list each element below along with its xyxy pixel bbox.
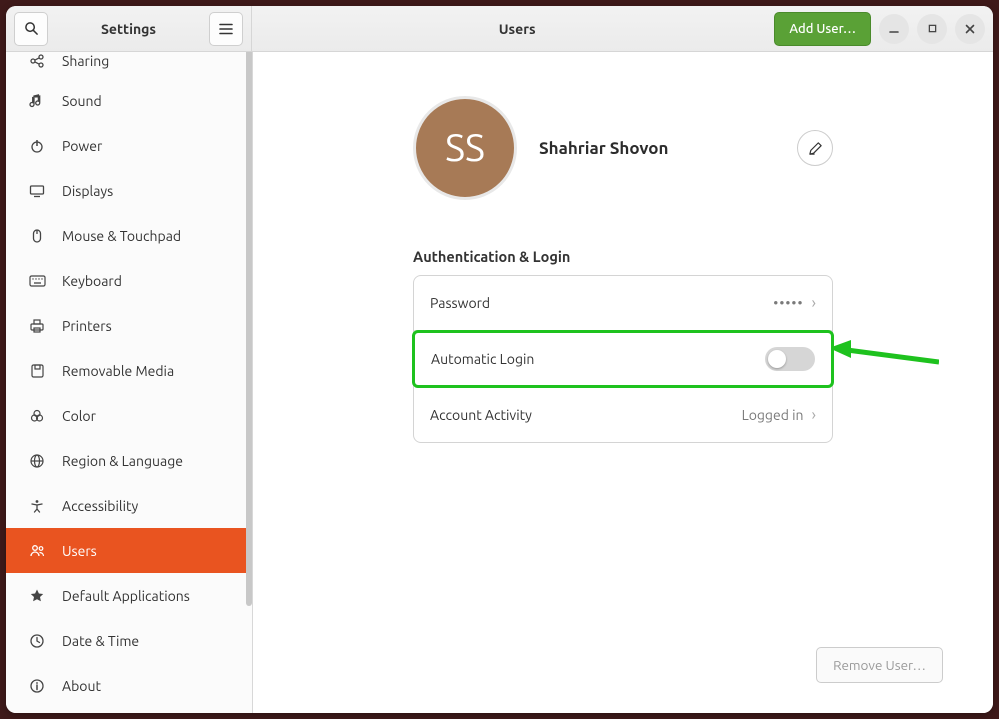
keyboard-icon (28, 272, 46, 290)
sidebar-item-label: Users (62, 543, 97, 559)
clock-icon (28, 632, 46, 650)
sidebar-item-label: Region & Language (62, 453, 183, 469)
display-name: Shahriar Shovon (539, 139, 775, 158)
panel-title: Users (260, 21, 774, 37)
hamburger-menu-button[interactable] (209, 12, 243, 46)
main-content: SS Shahriar Shovon Authentication & Logi… (253, 52, 993, 713)
removable-media-icon (28, 362, 46, 380)
sidebar-item-label: About (62, 678, 101, 694)
sidebar-item-label: Sound (62, 93, 102, 109)
headerbar: Settings Users Add User… (6, 6, 993, 52)
sidebar-item-region-language[interactable]: Region & Language (6, 438, 252, 483)
sidebar-item-label: Power (62, 138, 102, 154)
users-icon (28, 542, 46, 560)
sidebar-item-keyboard[interactable]: Keyboard (6, 258, 252, 303)
close-icon (965, 24, 975, 34)
auth-section-title: Authentication & Login (413, 248, 833, 265)
auth-panel: Password ••••• › Automatic Login Account… (413, 275, 833, 443)
annotation-arrow-icon (829, 340, 939, 370)
add-user-button[interactable]: Add User… (774, 12, 871, 46)
profile-row: SS Shahriar Shovon (413, 96, 833, 200)
sidebar-item-label: Default Applications (62, 588, 190, 604)
sidebar-item-label: Displays (62, 183, 113, 199)
sidebar-item-label: Sharing (62, 53, 109, 69)
displays-icon (28, 182, 46, 200)
info-icon (28, 677, 46, 695)
chevron-right-icon: › (812, 294, 817, 312)
sidebar-item-power[interactable]: Power (6, 123, 252, 168)
sidebar-scrollbar[interactable] (246, 52, 252, 606)
sidebar-item-default-applications[interactable]: Default Applications (6, 573, 252, 618)
sidebar-item-mouse-touchpad[interactable]: Mouse & Touchpad (6, 213, 252, 258)
headerbar-right: Users Add User… (252, 6, 993, 51)
sidebar-item-accessibility[interactable]: Accessibility (6, 483, 252, 528)
automatic-login-row[interactable]: Automatic Login (412, 330, 834, 388)
edit-icon (808, 141, 823, 156)
automatic-login-toggle[interactable] (765, 347, 815, 371)
password-row[interactable]: Password ••••• › (414, 276, 832, 331)
power-icon (28, 137, 46, 155)
sidebar-item-color[interactable]: Color (6, 393, 252, 438)
color-icon (28, 407, 46, 425)
window-body: Sharing Sound Power Displays Mouse & Tou… (6, 52, 993, 713)
sharing-icon (28, 52, 46, 70)
edit-name-button[interactable] (797, 130, 833, 166)
star-icon (28, 587, 46, 605)
sidebar-item-date-time[interactable]: Date & Time (6, 618, 252, 663)
account-activity-row[interactable]: Account Activity Logged in › (414, 387, 832, 442)
maximize-button[interactable] (917, 14, 947, 44)
search-button[interactable] (14, 12, 48, 46)
sound-icon (28, 92, 46, 110)
sidebar-item-displays[interactable]: Displays (6, 168, 252, 213)
mouse-icon (28, 227, 46, 245)
sidebar-item-label: Keyboard (62, 273, 122, 289)
sidebar-item-about[interactable]: About (6, 663, 252, 708)
search-icon (24, 21, 39, 36)
sidebar-item-users[interactable]: Users (6, 528, 252, 573)
close-button[interactable] (955, 14, 985, 44)
minimize-icon (889, 24, 899, 34)
printer-icon (28, 317, 46, 335)
sidebar-item-label: Removable Media (62, 363, 174, 379)
password-value: ••••• (773, 295, 803, 311)
sidebar[interactable]: Sharing Sound Power Displays Mouse & Tou… (6, 52, 253, 713)
avatar[interactable]: SS (413, 96, 517, 200)
sidebar-item-sharing[interactable]: Sharing (6, 52, 252, 78)
hamburger-icon (219, 23, 233, 35)
password-label: Password (430, 295, 773, 311)
settings-title: Settings (48, 21, 209, 37)
chevron-right-icon: › (812, 406, 817, 424)
sidebar-item-sound[interactable]: Sound (6, 78, 252, 123)
globe-icon (28, 452, 46, 470)
minimize-button[interactable] (879, 14, 909, 44)
automatic-login-label: Automatic Login (431, 351, 765, 367)
account-activity-value: Logged in (742, 407, 804, 423)
sidebar-item-removable-media[interactable]: Removable Media (6, 348, 252, 393)
remove-user-button[interactable]: Remove User… (816, 647, 943, 683)
maximize-icon (928, 24, 937, 33)
account-activity-label: Account Activity (430, 407, 742, 423)
settings-window: Settings Users Add User… Sha (6, 6, 993, 713)
sidebar-item-label: Mouse & Touchpad (62, 228, 181, 244)
sidebar-item-printers[interactable]: Printers (6, 303, 252, 348)
sidebar-item-label: Printers (62, 318, 112, 334)
sidebar-item-label: Date & Time (62, 633, 139, 649)
sidebar-item-label: Color (62, 408, 96, 424)
accessibility-icon (28, 497, 46, 515)
headerbar-left: Settings (6, 6, 252, 51)
sidebar-item-label: Accessibility (62, 498, 138, 514)
